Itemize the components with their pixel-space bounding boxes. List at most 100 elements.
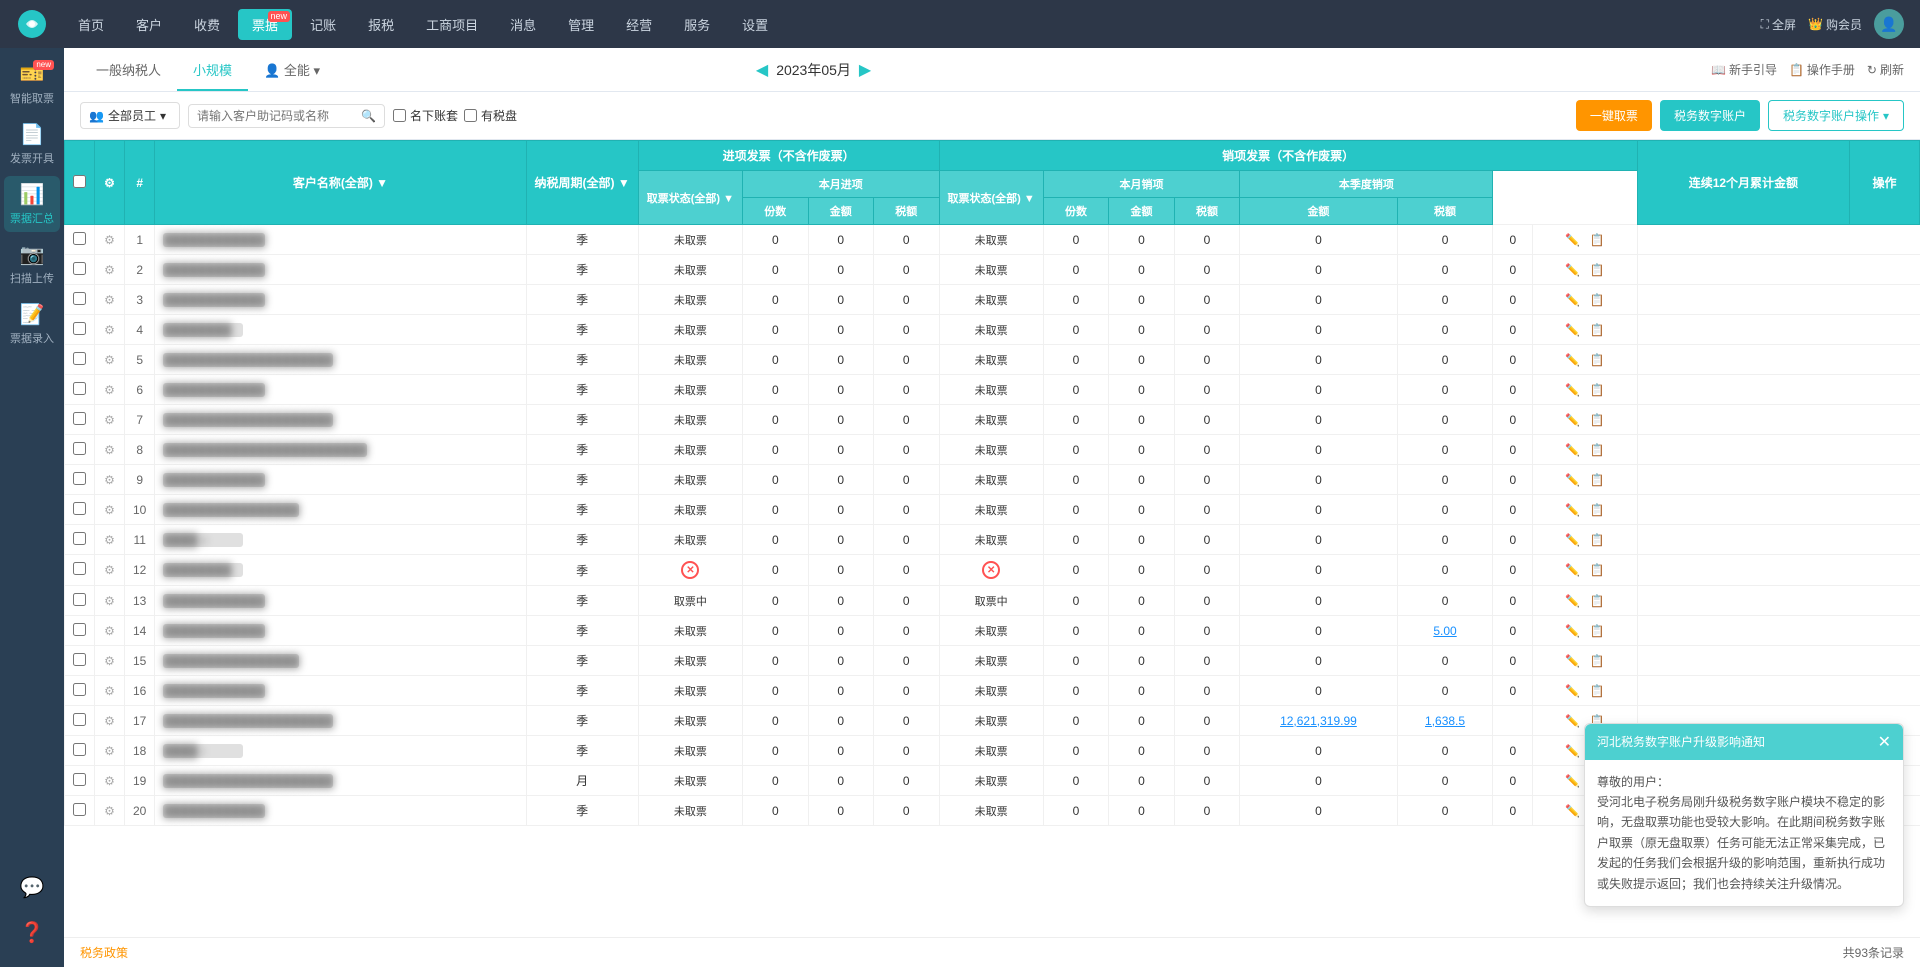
row-copy-btn[interactable]: 📋: [1590, 353, 1605, 367]
sidebar-item-invoice-open[interactable]: 📄 发票开具: [4, 116, 60, 172]
row-checkbox[interactable]: [73, 653, 86, 666]
row-copy-btn[interactable]: 📋: [1590, 503, 1605, 517]
row-customer-name[interactable]: ████████: [155, 315, 526, 345]
header-in-status[interactable]: 取票状态(全部) ▼: [638, 171, 742, 225]
row-checkbox[interactable]: [73, 262, 86, 275]
nav-home[interactable]: 首页: [64, 9, 118, 40]
row-settings-icon[interactable]: ⚙: [104, 774, 115, 788]
row-edit-btn[interactable]: ✏️: [1565, 654, 1580, 668]
row-checkbox[interactable]: [73, 562, 86, 575]
row-checkbox[interactable]: [73, 232, 86, 245]
row-edit-btn[interactable]: ✏️: [1565, 563, 1580, 577]
tax-ops-btn[interactable]: 税务数字账户操作 ▾: [1768, 100, 1904, 131]
header-customer-name[interactable]: 客户名称(全部) ▼: [155, 141, 526, 225]
row-settings-icon[interactable]: ⚙: [104, 383, 115, 397]
row-customer-name[interactable]: ████████████████████: [155, 766, 526, 796]
row-settings-icon[interactable]: ⚙: [104, 563, 115, 577]
header-out-status[interactable]: 取票状态(全部) ▼: [939, 171, 1043, 225]
row-copy-btn[interactable]: 📋: [1590, 473, 1605, 487]
row-edit-btn[interactable]: ✏️: [1565, 533, 1580, 547]
nav-business[interactable]: 工商项目: [412, 9, 492, 40]
row-edit-btn[interactable]: ✏️: [1565, 323, 1580, 337]
row-checkbox[interactable]: [73, 292, 86, 305]
select-all-checkbox[interactable]: [73, 175, 86, 188]
row-settings-icon[interactable]: ⚙: [104, 684, 115, 698]
row-edit-btn[interactable]: ✏️: [1565, 503, 1580, 517]
row-copy-btn[interactable]: 📋: [1590, 263, 1605, 277]
row-checkbox[interactable]: [73, 532, 86, 545]
row-copy-btn[interactable]: 📋: [1590, 594, 1605, 608]
row-settings-icon[interactable]: ⚙: [104, 594, 115, 608]
row-customer-name[interactable]: ████████████: [155, 255, 526, 285]
tab-all[interactable]: 👤 全能 ▾: [248, 50, 336, 91]
row-customer-name[interactable]: ████████████: [155, 796, 526, 826]
search-icon[interactable]: 🔍: [361, 109, 376, 123]
row-edit-btn[interactable]: ✏️: [1565, 383, 1580, 397]
row-settings-icon[interactable]: ⚙: [104, 293, 115, 307]
row-customer-name[interactable]: ████████████: [155, 225, 526, 255]
row-customer-name[interactable]: ████████████: [155, 375, 526, 405]
row-checkbox[interactable]: [73, 623, 86, 636]
row-customer-name[interactable]: ████████████████████████: [155, 435, 526, 465]
search-input[interactable]: [197, 109, 357, 123]
row-copy-btn[interactable]: 📋: [1590, 624, 1605, 638]
row-checkbox[interactable]: [73, 352, 86, 365]
nav-tax[interactable]: 报税: [354, 9, 408, 40]
table-container[interactable]: ⚙ # 客户名称(全部) ▼ 纳税周期(全部) ▼ 进项发票（不含作废票） 销项…: [64, 140, 1920, 937]
checkbox-tax-disk[interactable]: 有税盘: [464, 107, 517, 124]
guide-btn[interactable]: 📖 新手引导: [1711, 61, 1777, 78]
nav-accounting[interactable]: 记账: [296, 9, 350, 40]
row-edit-btn[interactable]: ✏️: [1565, 263, 1580, 277]
row-edit-btn[interactable]: ✏️: [1565, 233, 1580, 247]
row-customer-name[interactable]: ████████████: [155, 616, 526, 646]
row-copy-btn[interactable]: 📋: [1590, 413, 1605, 427]
row-checkbox[interactable]: [73, 412, 86, 425]
row-copy-btn[interactable]: 📋: [1590, 233, 1605, 247]
row-edit-btn[interactable]: ✏️: [1565, 293, 1580, 307]
row-copy-btn[interactable]: 📋: [1590, 293, 1605, 307]
row-edit-btn[interactable]: ✏️: [1565, 744, 1580, 758]
sidebar-item-scan-upload[interactable]: 📷 扫描上传: [4, 236, 60, 292]
row-customer-name[interactable]: ████████: [155, 555, 526, 586]
row-copy-btn[interactable]: 📋: [1590, 323, 1605, 337]
sidebar-item-invoice-summary[interactable]: 📊 票据汇总: [4, 176, 60, 232]
row-edit-btn[interactable]: ✏️: [1565, 443, 1580, 457]
row-checkbox[interactable]: [73, 502, 86, 515]
row-customer-name[interactable]: ████████████: [155, 676, 526, 706]
row-settings-icon[interactable]: ⚙: [104, 744, 115, 758]
row-settings-icon[interactable]: ⚙: [104, 233, 115, 247]
prev-month-btn[interactable]: ◀: [756, 60, 768, 80]
refresh-btn[interactable]: ↻ 刷新: [1867, 61, 1904, 78]
row-customer-name[interactable]: ████ ▪: [155, 736, 526, 766]
row-copy-btn[interactable]: 📋: [1590, 533, 1605, 547]
row-customer-name[interactable]: ████████████████: [155, 495, 526, 525]
row-edit-btn[interactable]: ✏️: [1565, 473, 1580, 487]
nav-service[interactable]: 服务: [670, 9, 724, 40]
row-edit-btn[interactable]: ✏️: [1565, 594, 1580, 608]
row-customer-name[interactable]: ████████████: [155, 465, 526, 495]
tab-general-taxpayer[interactable]: 一般纳税人: [80, 50, 177, 91]
row-checkbox[interactable]: [73, 472, 86, 485]
row-customer-name[interactable]: ████ e: [155, 525, 526, 555]
row-checkbox[interactable]: [73, 593, 86, 606]
row-customer-name[interactable]: ████████████████: [155, 646, 526, 676]
row-copy-btn[interactable]: 📋: [1590, 684, 1605, 698]
checkbox-tax-disk-input[interactable]: [464, 109, 477, 122]
row-copy-btn[interactable]: 📋: [1590, 563, 1605, 577]
row-customer-name[interactable]: ████████████: [155, 285, 526, 315]
row-copy-btn[interactable]: 📋: [1590, 654, 1605, 668]
notification-close-btn[interactable]: ✕: [1878, 732, 1891, 752]
row-edit-btn[interactable]: ✏️: [1565, 413, 1580, 427]
nav-manage[interactable]: 管理: [554, 9, 608, 40]
row-edit-btn[interactable]: ✏️: [1565, 624, 1580, 638]
row-copy-btn[interactable]: 📋: [1590, 383, 1605, 397]
row-customer-name[interactable]: ████████████████████: [155, 345, 526, 375]
row-settings-icon[interactable]: ⚙: [104, 443, 115, 457]
row-settings-icon[interactable]: ⚙: [104, 624, 115, 638]
row-edit-btn[interactable]: ✏️: [1565, 804, 1580, 818]
sidebar-item-invoice-entry[interactable]: 📝 票据录入: [4, 296, 60, 352]
user-avatar[interactable]: 👤: [1874, 9, 1904, 39]
fullscreen-btn[interactable]: ⛶ 全屏: [1761, 16, 1796, 33]
row-settings-icon[interactable]: ⚙: [104, 263, 115, 277]
row-checkbox[interactable]: [73, 442, 86, 455]
